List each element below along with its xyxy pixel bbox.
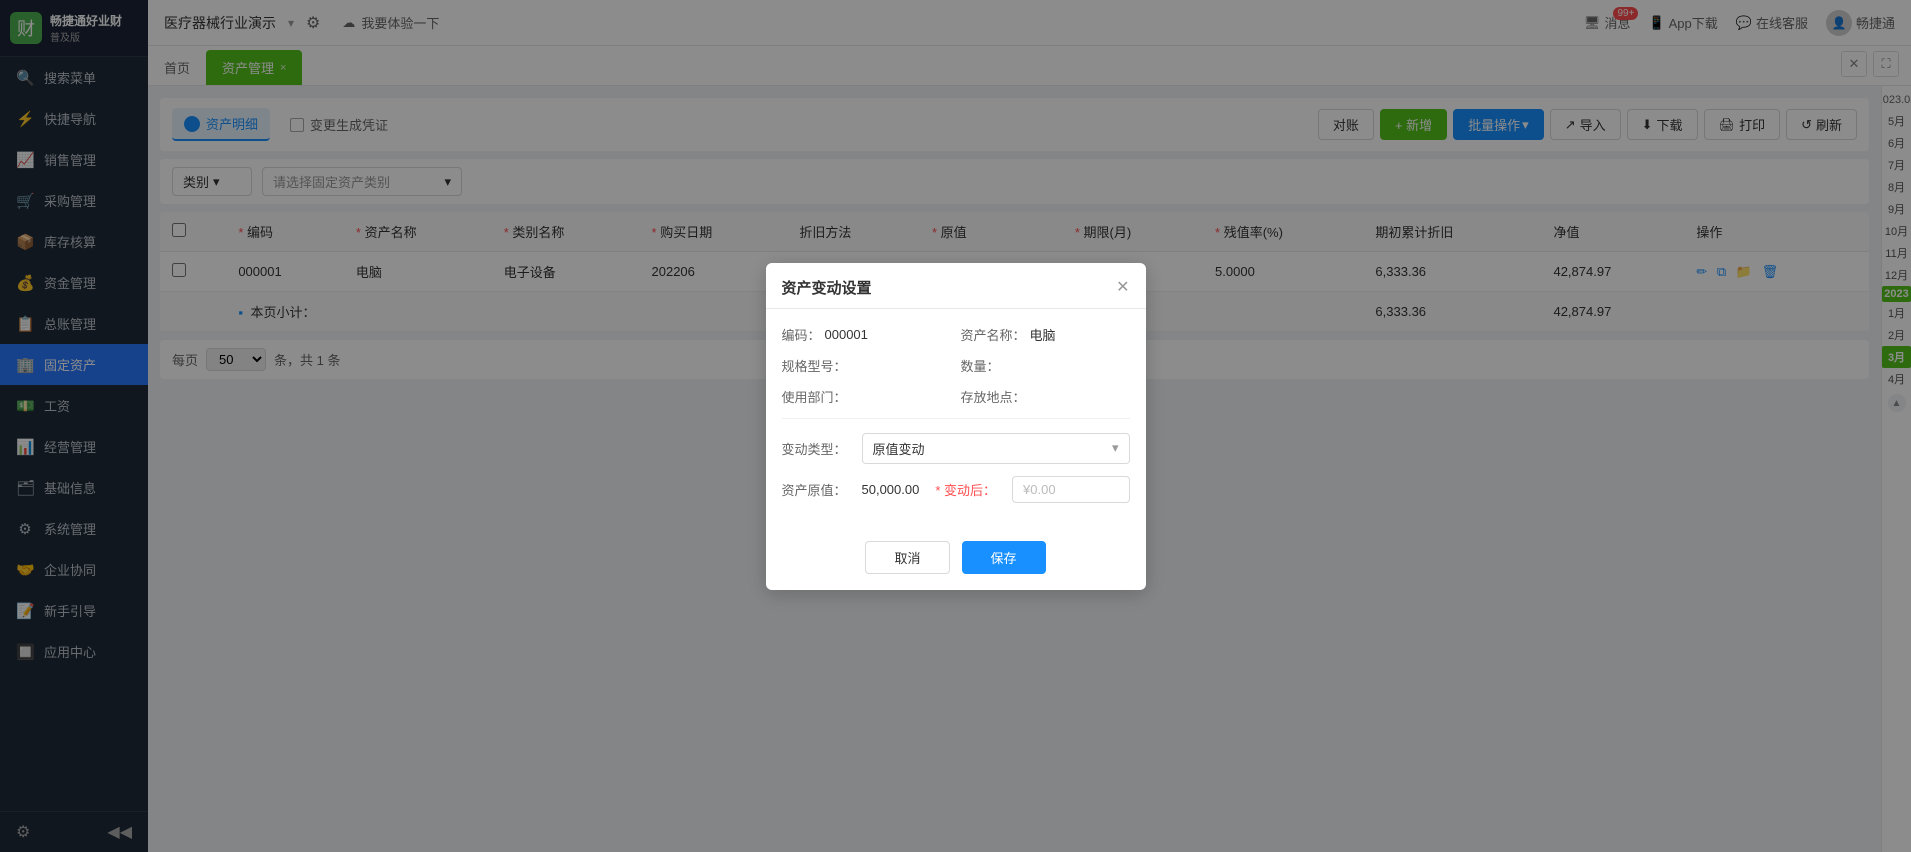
modal-dept-label: 使用部门： (782, 387, 847, 406)
modal-value-row: 资产原值： 50,000.00 * 变动后： (782, 476, 1130, 503)
modal-title: 资产变动设置 (782, 277, 872, 298)
modal-overlay: 资产变动设置 ✕ 编码： 000001 资产名称： 电脑 规格型号： (0, 0, 1911, 852)
modal-change-type-row: 变动类型： 原值变动 ▾ (782, 433, 1130, 464)
modal-original-value-label: 资产原值： (782, 480, 862, 499)
modal-code-value: 000001 (825, 327, 868, 342)
modal-value-fields: 50,000.00 * 变动后： (862, 476, 1130, 503)
modal-spec-label: 规格型号： (782, 356, 847, 375)
modal-header: 资产变动设置 ✕ (766, 263, 1146, 309)
cancel-button[interactable]: 取消 (865, 541, 949, 574)
change-type-value: 原值变动 (873, 439, 925, 458)
modal-code-item: 编码： 000001 (782, 325, 951, 344)
modal-body: 编码： 000001 资产名称： 电脑 规格型号： 数量： (766, 309, 1146, 531)
modal-name-item: 资产名称： 电脑 (961, 325, 1130, 344)
modal-original-value: 50,000.00 (862, 482, 920, 497)
asset-change-modal: 资产变动设置 ✕ 编码： 000001 资产名称： 电脑 规格型号： (766, 263, 1146, 590)
modal-location-label: 存放地点： (961, 387, 1026, 406)
modal-close-icon[interactable]: ✕ (1116, 277, 1129, 297)
modal-info-row-3: 使用部门： 存放地点： (782, 387, 1130, 406)
modal-asset-name-label: 资产名称： (961, 325, 1026, 344)
modal-asset-name-value: 电脑 (1030, 325, 1056, 344)
modal-quantity-item: 数量： (961, 356, 1130, 375)
change-type-select[interactable]: 原值变动 ▾ (862, 433, 1130, 464)
modal-dept-item: 使用部门： (782, 387, 951, 406)
modal-quantity-label: 数量： (961, 356, 1000, 375)
modal-after-input[interactable] (1012, 476, 1129, 503)
change-type-chevron-icon: ▾ (1112, 440, 1119, 456)
modal-location-item: 存放地点： (961, 387, 1130, 406)
save-button[interactable]: 保存 (962, 541, 1046, 574)
modal-info-row-2: 规格型号： 数量： (782, 356, 1130, 375)
modal-change-type-label: 变动类型： (782, 439, 862, 458)
modal-spec-item: 规格型号： (782, 356, 951, 375)
modal-after-label: * 变动后： (935, 480, 996, 499)
modal-divider (782, 418, 1130, 419)
modal-code-label: 编码： (782, 325, 821, 344)
modal-info-row-1: 编码： 000001 资产名称： 电脑 (782, 325, 1130, 344)
modal-footer: 取消 保存 (766, 531, 1146, 590)
modal-change-type-input: 原值变动 ▾ (862, 433, 1130, 464)
